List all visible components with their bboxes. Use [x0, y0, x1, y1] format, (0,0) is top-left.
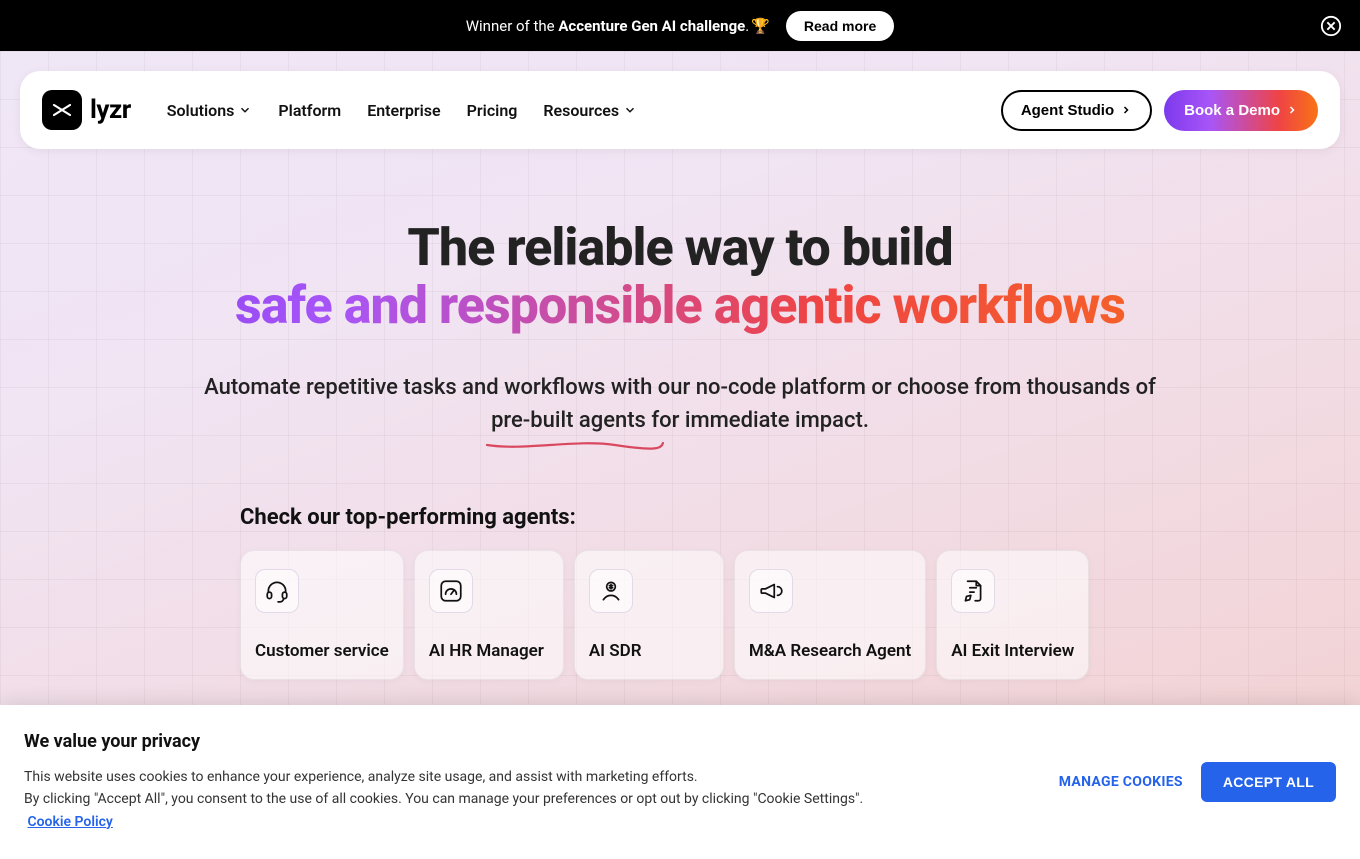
nav-link-pricing[interactable]: Pricing [467, 101, 518, 120]
agent-card-customer-service[interactable]: Customer service [240, 550, 404, 680]
accept-all-button[interactable]: ACCEPT ALL [1201, 762, 1336, 802]
announcement-banner: Winner of the Accenture Gen AI challenge… [0, 0, 1360, 51]
headset-icon [255, 569, 299, 613]
headline: The reliable way to build [0, 219, 1360, 277]
cookie-title: We value your privacy [24, 731, 1019, 752]
agent-label: AI SDR [589, 641, 709, 661]
banner-read-more-button[interactable]: Read more [786, 11, 894, 41]
logo-mark-icon [42, 90, 82, 130]
cookie-policy-link[interactable]: Cookie Policy [27, 814, 112, 830]
trophy-icon: 🏆 [751, 17, 770, 35]
chevron-down-icon [238, 103, 252, 117]
agent-label: AI HR Manager [429, 641, 549, 661]
close-icon[interactable] [1320, 15, 1342, 37]
banner-text: Winner of the Accenture Gen AI challenge… [466, 17, 774, 35]
agent-label: AI Exit Interview [951, 641, 1074, 661]
subheadline: safe and responsible agentic workflows [0, 277, 1360, 335]
agent-label: M&A Research Agent [749, 641, 911, 661]
nav-link-platform[interactable]: Platform [278, 101, 341, 120]
nav-link-resources[interactable]: Resources [543, 101, 637, 120]
document-edit-icon [951, 569, 995, 613]
chevron-right-icon [1120, 104, 1132, 116]
nav-link-enterprise[interactable]: Enterprise [367, 101, 440, 120]
agent-card-ma-research[interactable]: M&A Research Agent [734, 550, 926, 680]
manage-cookies-button[interactable]: MANAGE COOKIES [1059, 774, 1183, 790]
agents-title: Check our top-performing agents: [240, 505, 1120, 530]
agent-label: Customer service [255, 641, 389, 661]
underline-squiggle-icon [485, 439, 665, 453]
hero-description: Automate repetitive tasks and workflows … [180, 371, 1180, 437]
cookie-banner: We value your privacy This website uses … [0, 705, 1360, 859]
agent-cards: Customer service AI HR Manager AI SDR [240, 550, 1120, 680]
main-nav: lyzr Solutions Platform Enterprise Prici… [20, 71, 1340, 149]
agent-card-exit-interview[interactable]: AI Exit Interview [936, 550, 1089, 680]
cookie-body: This website uses cookies to enhance you… [24, 766, 884, 833]
book-demo-button[interactable]: Book a Demo [1164, 90, 1318, 131]
gauge-icon [429, 569, 473, 613]
hand-dollar-icon [589, 569, 633, 613]
nav-link-solutions[interactable]: Solutions [167, 101, 253, 120]
chevron-right-icon [1286, 104, 1298, 116]
logo[interactable]: lyzr [42, 90, 131, 130]
agent-card-hr-manager[interactable]: AI HR Manager [414, 550, 564, 680]
nav-links: Solutions Platform Enterprise Pricing Re… [167, 101, 637, 120]
chevron-down-icon [623, 103, 637, 117]
agent-card-sdr[interactable]: AI SDR [574, 550, 724, 680]
logo-text: lyzr [90, 95, 131, 125]
agent-studio-button[interactable]: Agent Studio [1001, 90, 1152, 131]
megaphone-icon [749, 569, 793, 613]
